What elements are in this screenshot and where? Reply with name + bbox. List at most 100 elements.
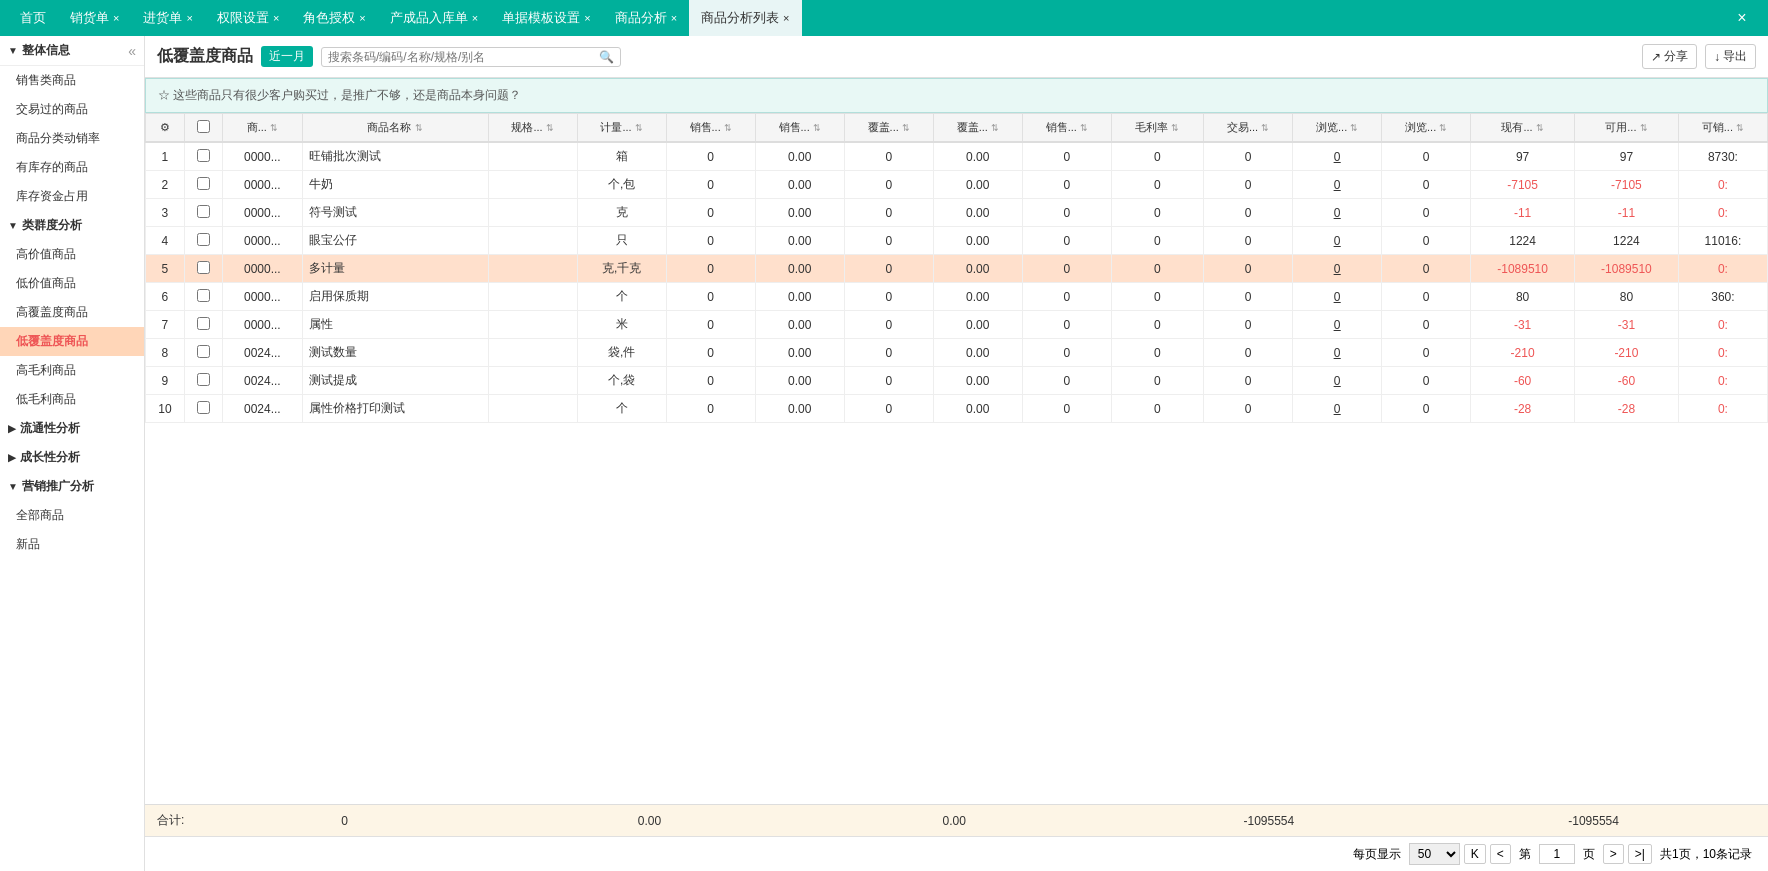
row-browse1[interactable]: 0 (1293, 339, 1382, 367)
col-trade[interactable]: 交易... ⇅ (1204, 114, 1293, 143)
next-page-button[interactable]: > (1603, 844, 1624, 864)
sidebar-section-overall[interactable]: ▼ 整体信息 (8, 42, 128, 59)
row-checkbox[interactable] (184, 227, 222, 255)
export-button[interactable]: ↓ 导出 (1705, 44, 1756, 69)
row-checkbox[interactable] (184, 283, 222, 311)
sidebar-item-stock-capital[interactable]: 库存资金占用 (0, 182, 144, 211)
sidebar-item-low-value[interactable]: 低价值商品 (0, 269, 144, 298)
nav-product-analysis-list-close[interactable]: × (783, 12, 789, 24)
col-current-stock[interactable]: 现有... ⇅ (1471, 114, 1575, 143)
row-select-checkbox[interactable] (197, 373, 210, 386)
col-unit[interactable]: 计量... ⇅ (577, 114, 666, 143)
row-checkbox[interactable] (184, 395, 222, 423)
last-page-button[interactable]: >| (1628, 844, 1652, 864)
row-select-checkbox[interactable] (197, 233, 210, 246)
col-checkbox[interactable] (184, 114, 222, 143)
row-browse1[interactable]: 0 (1293, 255, 1382, 283)
prev-page-button[interactable]: < (1490, 844, 1511, 864)
row-select-checkbox[interactable] (197, 177, 210, 190)
row-select-checkbox[interactable] (197, 289, 210, 302)
sidebar-item-new-goods[interactable]: 新品 (0, 530, 144, 559)
row-sales-amt: 0.00 (755, 311, 844, 339)
search-icon[interactable]: 🔍 (599, 50, 614, 64)
row-browse1[interactable]: 0 (1293, 395, 1382, 423)
nav-purchase-order-close[interactable]: × (186, 12, 192, 24)
sidebar-section-liquidity[interactable]: ▶ 流通性分析 (0, 414, 144, 443)
nav-role-auth[interactable]: 角色授权 × (291, 0, 377, 36)
col-sellable[interactable]: 可销... ⇅ (1678, 114, 1767, 143)
row-checkbox[interactable] (184, 255, 222, 283)
nav-template-close[interactable]: × (584, 12, 590, 24)
col-cover2[interactable]: 覆盖... ⇅ (933, 114, 1022, 143)
row-checkbox[interactable] (184, 311, 222, 339)
sidebar-item-category-rate[interactable]: 商品分类动销率 (0, 124, 144, 153)
col-spec[interactable]: 规格... ⇅ (488, 114, 577, 143)
sidebar-item-low-profit[interactable]: 低毛利商品 (0, 385, 144, 414)
nav-finished-goods[interactable]: 产成品入库单 × (378, 0, 490, 36)
nav-permission-settings[interactable]: 权限设置 × (205, 0, 291, 36)
col-available[interactable]: 可用... ⇅ (1575, 114, 1679, 143)
row-browse1[interactable]: 0 (1293, 311, 1382, 339)
row-browse1[interactable]: 0 (1293, 283, 1382, 311)
nav-product-analysis-close[interactable]: × (671, 12, 677, 24)
row-select-checkbox[interactable] (197, 345, 210, 358)
row-select-checkbox[interactable] (197, 401, 210, 414)
col-browse1[interactable]: 浏览... ⇅ (1293, 114, 1382, 143)
col-cover1[interactable]: 覆盖... ⇅ (844, 114, 933, 143)
sidebar-item-high-value[interactable]: 高价值商品 (0, 240, 144, 269)
page-input[interactable] (1539, 844, 1575, 864)
row-browse1[interactable]: 0 (1293, 367, 1382, 395)
sidebar-item-sales-goods[interactable]: 销售类商品 (0, 66, 144, 95)
nav-sales-order-close[interactable]: × (113, 12, 119, 24)
row-cover1: 0 (844, 199, 933, 227)
col-code[interactable]: 商... ⇅ (223, 114, 302, 143)
sidebar-section-growth[interactable]: ▶ 成长性分析 (0, 443, 144, 472)
select-all-checkbox[interactable] (197, 120, 210, 133)
sidebar-item-low-coverage[interactable]: 低覆盖度商品 (0, 327, 144, 356)
col-gross-rate[interactable]: 毛利率 ⇅ (1111, 114, 1203, 143)
sidebar-item-high-coverage[interactable]: 高覆盖度商品 (0, 298, 144, 327)
sidebar-item-traded-goods[interactable]: 交易过的商品 (0, 95, 144, 124)
sidebar-section-marketing[interactable]: ▼ 营销推广分析 (0, 472, 144, 501)
col-settings[interactable]: ⚙ (146, 114, 185, 143)
sidebar-section-cluster[interactable]: ▼ 类群度分析 (0, 211, 144, 240)
col-browse2[interactable]: 浏览... ⇅ (1382, 114, 1471, 143)
nav-permission-close[interactable]: × (273, 12, 279, 24)
nav-sales-order[interactable]: 销货单 × (58, 0, 131, 36)
nav-product-analysis-list[interactable]: 商品分析列表 × (689, 0, 801, 36)
sidebar-item-in-stock[interactable]: 有库存的商品 (0, 153, 144, 182)
sidebar-item-high-profit[interactable]: 高毛利商品 (0, 356, 144, 385)
nav-template-settings[interactable]: 单据模板设置 × (490, 0, 602, 36)
row-browse1[interactable]: 0 (1293, 199, 1382, 227)
time-tag-button[interactable]: 近一月 (261, 46, 313, 67)
col-sales-qty[interactable]: 销售... ⇅ (666, 114, 755, 143)
nav-purchase-order[interactable]: 进货单 × (131, 0, 204, 36)
per-page-select[interactable]: 50 20 100 (1409, 843, 1460, 865)
row-select-checkbox[interactable] (197, 261, 210, 274)
share-button[interactable]: ↗ 分享 (1642, 44, 1697, 69)
row-checkbox[interactable] (184, 339, 222, 367)
search-input[interactable] (328, 50, 599, 64)
row-select-checkbox[interactable] (197, 317, 210, 330)
row-select-checkbox[interactable] (197, 149, 210, 162)
row-select-checkbox[interactable] (197, 205, 210, 218)
col-sales2[interactable]: 销售... ⇅ (1022, 114, 1111, 143)
row-checkbox[interactable] (184, 199, 222, 227)
window-close-button[interactable]: × (1724, 0, 1760, 36)
data-table-container[interactable]: ⚙ 商... ⇅ 商品名称 ⇅ 规格... ⇅ 计量... ⇅ 销售... ⇅ … (145, 113, 1768, 804)
nav-product-analysis[interactable]: 商品分析 × (603, 0, 689, 36)
row-checkbox[interactable] (184, 142, 222, 171)
col-name[interactable]: 商品名称 ⇅ (302, 114, 488, 143)
sidebar-item-all-goods[interactable]: 全部商品 (0, 501, 144, 530)
first-page-button[interactable]: K (1464, 844, 1486, 864)
col-sales-amt[interactable]: 销售... ⇅ (755, 114, 844, 143)
row-browse1[interactable]: 0 (1293, 227, 1382, 255)
nav-home[interactable]: 首页 (8, 0, 58, 36)
row-checkbox[interactable] (184, 367, 222, 395)
row-browse1[interactable]: 0 (1293, 171, 1382, 199)
nav-role-auth-close[interactable]: × (359, 12, 365, 24)
sidebar-toggle[interactable]: « (128, 43, 136, 59)
row-checkbox[interactable] (184, 171, 222, 199)
nav-finished-goods-close[interactable]: × (472, 12, 478, 24)
row-browse1[interactable]: 0 (1293, 142, 1382, 171)
